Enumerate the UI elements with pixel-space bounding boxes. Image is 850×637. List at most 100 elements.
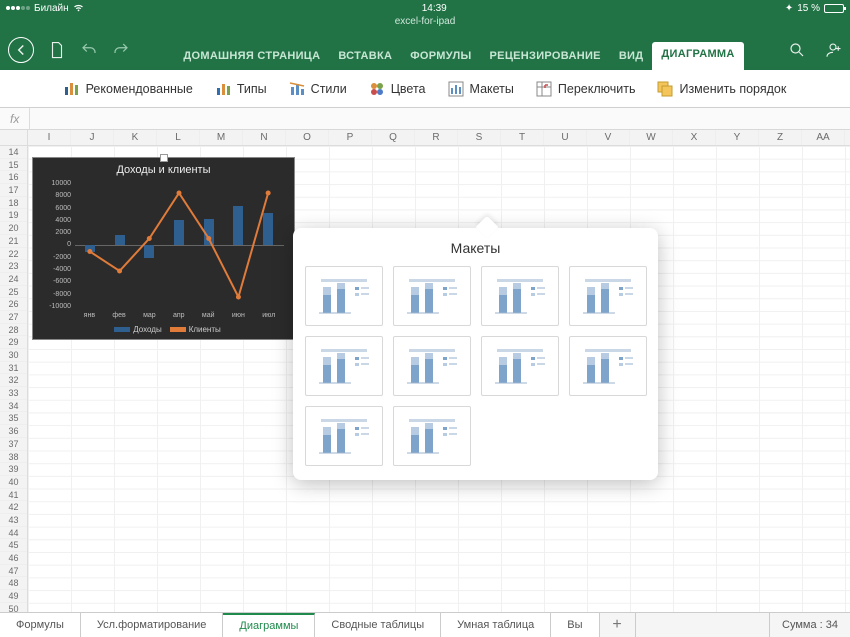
layout-option[interactable] (569, 336, 647, 396)
column-header[interactable]: M (200, 130, 243, 145)
column-header[interactable]: Z (759, 130, 802, 145)
file-icon[interactable] (48, 41, 66, 59)
row-header[interactable]: 25 (0, 286, 27, 299)
row-header[interactable]: 31 (0, 362, 27, 375)
formula-bar[interactable]: fx (0, 108, 850, 130)
row-header[interactable]: 24 (0, 273, 27, 286)
row-header[interactable]: 35 (0, 412, 27, 425)
row-header[interactable]: 33 (0, 387, 27, 400)
switch-button[interactable]: Переключить (536, 81, 636, 97)
search-icon[interactable] (788, 41, 806, 59)
row-header[interactable]: 23 (0, 260, 27, 273)
layout-option[interactable] (305, 406, 383, 466)
ribbon-tab-диаграмма[interactable]: ДИАГРАММА (652, 42, 743, 70)
recommended-button[interactable]: Рекомендованные (64, 81, 193, 97)
column-header[interactable]: AA (802, 130, 845, 145)
row-header[interactable]: 45 (0, 539, 27, 552)
row-header[interactable]: 39 (0, 463, 27, 476)
row-header[interactable]: 26 (0, 298, 27, 311)
spreadsheet-grid[interactable]: IJKLMNOPQRSTUVWXYZAA 1415161718192021222… (0, 130, 850, 626)
colors-button[interactable]: Цвета (369, 81, 426, 97)
row-header[interactable]: 37 (0, 438, 27, 451)
row-header[interactable]: 40 (0, 476, 27, 489)
column-header[interactable]: N (243, 130, 286, 145)
row-header[interactable]: 17 (0, 184, 27, 197)
status-summary: Сумма : 34 (769, 613, 850, 637)
row-header[interactable]: 19 (0, 209, 27, 222)
row-header[interactable]: 18 (0, 197, 27, 210)
layout-option[interactable] (393, 336, 471, 396)
column-header[interactable]: O (286, 130, 329, 145)
reorder-button[interactable]: Изменить порядок (657, 81, 786, 97)
layout-option[interactable] (481, 336, 559, 396)
column-header[interactable]: T (501, 130, 544, 145)
row-header[interactable]: 44 (0, 527, 27, 540)
styles-icon (289, 81, 305, 97)
row-header[interactable]: 41 (0, 489, 27, 502)
ribbon-tab-вид[interactable]: ВИД (610, 44, 653, 70)
layout-option[interactable] (305, 266, 383, 326)
column-header[interactable]: Q (372, 130, 415, 145)
fx-label: fx (0, 108, 30, 129)
row-header[interactable]: 36 (0, 425, 27, 438)
row-header[interactable]: 42 (0, 501, 27, 514)
row-header[interactable]: 27 (0, 311, 27, 324)
layout-option[interactable] (569, 266, 647, 326)
column-header[interactable]: I (28, 130, 71, 145)
row-header[interactable]: 21 (0, 235, 27, 248)
row-header[interactable]: 15 (0, 159, 27, 172)
column-header[interactable]: J (71, 130, 114, 145)
types-button[interactable]: Типы (215, 81, 267, 97)
column-header[interactable]: S (458, 130, 501, 145)
sheet-tab[interactable]: Формулы (0, 613, 81, 637)
embedded-chart[interactable]: Доходы и клиенты 1000080006000400020000-… (32, 157, 295, 340)
ribbon-tab-рецензирование[interactable]: РЕЦЕНЗИРОВАНИЕ (481, 44, 610, 70)
sheet-tab[interactable]: Сводные таблицы (315, 613, 441, 637)
back-button[interactable] (8, 37, 34, 63)
row-header[interactable]: 22 (0, 248, 27, 261)
row-header[interactable]: 30 (0, 349, 27, 362)
row-header[interactable]: 32 (0, 374, 27, 387)
sheet-tab[interactable]: Диаграммы (223, 613, 315, 637)
row-header[interactable]: 20 (0, 222, 27, 235)
ribbon-tab-вставка[interactable]: ВСТАВКА (329, 44, 401, 70)
column-header[interactable]: X (673, 130, 716, 145)
row-header[interactable]: 46 (0, 552, 27, 565)
row-header[interactable]: 43 (0, 514, 27, 527)
row-header[interactable]: 48 (0, 577, 27, 590)
sheet-tab[interactable]: Усл.форматирование (81, 613, 224, 637)
row-header[interactable]: 28 (0, 324, 27, 337)
clock: 14:39 (84, 3, 785, 14)
ribbon-tab-домашняя страница[interactable]: ДОМАШНЯЯ СТРАНИЦА (174, 44, 329, 70)
row-header[interactable]: 38 (0, 451, 27, 464)
sheet-tab[interactable]: Вы (551, 613, 599, 637)
layout-option[interactable] (393, 266, 471, 326)
column-header[interactable]: V (587, 130, 630, 145)
column-header[interactable]: L (157, 130, 200, 145)
column-header[interactable]: W (630, 130, 673, 145)
column-header[interactable]: K (114, 130, 157, 145)
undo-icon[interactable] (80, 41, 98, 59)
redo-icon[interactable] (112, 41, 130, 59)
column-header[interactable]: P (329, 130, 372, 145)
column-header[interactable]: R (415, 130, 458, 145)
add-sheet-button[interactable]: + (600, 613, 636, 637)
row-header[interactable]: 29 (0, 336, 27, 349)
row-header[interactable]: 34 (0, 400, 27, 413)
sheet-tab[interactable]: Умная таблица (441, 613, 551, 637)
resize-handle-top[interactable] (160, 154, 168, 162)
layout-option[interactable] (393, 406, 471, 466)
colors-icon (369, 81, 385, 97)
row-header[interactable]: 47 (0, 565, 27, 578)
styles-button[interactable]: Стили (289, 81, 347, 97)
row-header[interactable]: 49 (0, 590, 27, 603)
column-header[interactable]: Y (716, 130, 759, 145)
layout-option[interactable] (305, 336, 383, 396)
column-header[interactable]: U (544, 130, 587, 145)
ribbon-tab-формулы[interactable]: ФОРМУЛЫ (401, 44, 480, 70)
row-header[interactable]: 14 (0, 146, 27, 159)
layout-option[interactable] (481, 266, 559, 326)
share-icon[interactable] (824, 41, 842, 59)
row-header[interactable]: 16 (0, 171, 27, 184)
layouts-button[interactable]: Макеты (448, 81, 514, 97)
